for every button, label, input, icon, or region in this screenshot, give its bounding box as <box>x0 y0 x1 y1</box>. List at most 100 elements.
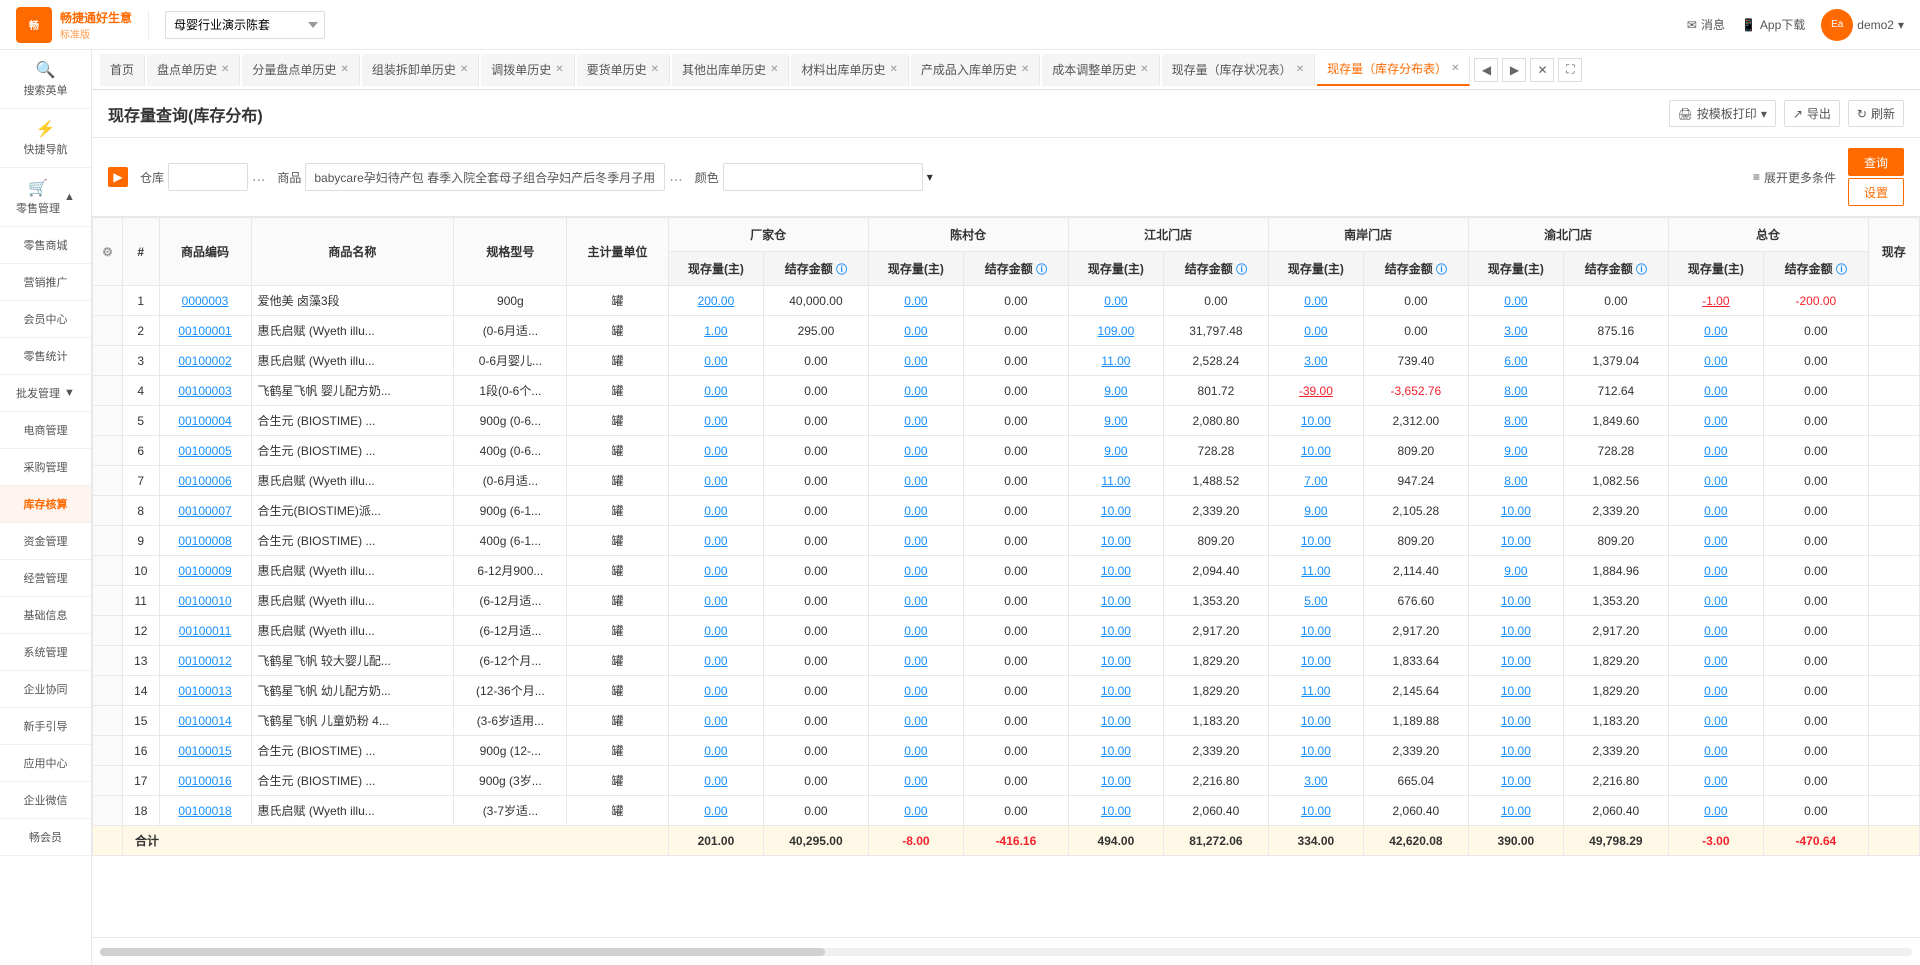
cf-qty[interactable]: 0.00 <box>668 646 764 676</box>
yb-qty[interactable]: 0.00 <box>1468 286 1564 316</box>
jb-qty[interactable]: 0.00 <box>1068 286 1164 316</box>
cf-qty[interactable]: 0.00 <box>668 766 764 796</box>
cc-qty[interactable]: 0.00 <box>868 496 964 526</box>
nb-qty[interactable]: 10.00 <box>1268 436 1364 466</box>
row-sku[interactable]: 00100003 <box>159 376 251 406</box>
yb-qty[interactable]: 10.00 <box>1468 496 1564 526</box>
total-qty[interactable]: -1.00 <box>1668 286 1764 316</box>
jb-qty[interactable]: 10.00 <box>1068 796 1164 826</box>
yb-qty[interactable]: 9.00 <box>1468 556 1564 586</box>
sidebar-item-purchase[interactable]: 采购管理 <box>0 449 91 486</box>
yb-qty[interactable]: 10.00 <box>1468 736 1564 766</box>
close-tab-5[interactable]: ✕ <box>651 64 659 75</box>
nb-qty[interactable]: 3.00 <box>1268 766 1364 796</box>
sidebar-item-retail-stats[interactable]: 零售统计 <box>0 338 91 375</box>
total-qty[interactable]: 0.00 <box>1668 496 1764 526</box>
close-tab-6[interactable]: ✕ <box>770 64 778 75</box>
total-qty[interactable]: 0.00 <box>1668 766 1764 796</box>
nb-qty[interactable]: 10.00 <box>1268 796 1364 826</box>
jb-qty[interactable]: 10.00 <box>1068 496 1164 526</box>
yb-qty[interactable]: 8.00 <box>1468 406 1564 436</box>
jb-qty[interactable]: 10.00 <box>1068 736 1164 766</box>
cc-qty[interactable]: 0.00 <box>868 346 964 376</box>
cc-qty[interactable]: 0.00 <box>868 526 964 556</box>
gear-icon-header[interactable]: ⚙ <box>102 245 113 259</box>
row-sku[interactable]: 00100013 <box>159 676 251 706</box>
yb-qty[interactable]: 10.00 <box>1468 586 1564 616</box>
yb-qty[interactable]: 10.00 <box>1468 796 1564 826</box>
jb-qty[interactable]: 10.00 <box>1068 616 1164 646</box>
cf-qty[interactable]: 0.00 <box>668 436 764 466</box>
cf-qty[interactable]: 0.00 <box>668 496 764 526</box>
print-btn[interactable]: 🖨 按模板打印 ▾ <box>1669 100 1776 127</box>
cc-qty[interactable]: 0.00 <box>868 436 964 466</box>
sidebar-item-ecommerce[interactable]: 电商管理 <box>0 412 91 449</box>
cf-qty[interactable]: 0.00 <box>668 346 764 376</box>
row-sku[interactable]: 00100009 <box>159 556 251 586</box>
jb-qty[interactable]: 10.00 <box>1068 646 1164 676</box>
cc-qty[interactable]: 0.00 <box>868 286 964 316</box>
total-qty[interactable]: 0.00 <box>1668 436 1764 466</box>
row-sku[interactable]: 00100015 <box>159 736 251 766</box>
tab-assembly[interactable]: 组装拆卸单历史 ✕ <box>362 54 479 86</box>
nb-qty[interactable]: 0.00 <box>1268 286 1364 316</box>
cc-amt-info[interactable]: ⓘ <box>1036 264 1047 276</box>
cc-qty[interactable]: 0.00 <box>868 676 964 706</box>
nb-qty[interactable]: 11.00 <box>1268 676 1364 706</box>
sidebar-item-wholesale[interactable]: 批发管理 ▼ <box>0 375 91 412</box>
sidebar-item-app-center[interactable]: 应用中心 <box>0 745 91 782</box>
row-sku[interactable]: 00100004 <box>159 406 251 436</box>
cc-qty[interactable]: 0.00 <box>868 736 964 766</box>
user-avatar-area[interactable]: Ea demo2 ▾ <box>1821 9 1904 41</box>
jb-qty[interactable]: 9.00 <box>1068 376 1164 406</box>
tab-nav-right[interactable]: ▶ <box>1502 58 1526 82</box>
sidebar-item-retail-mall[interactable]: 零售商城 <box>0 227 91 264</box>
tab-stock-dist[interactable]: 现存量（库存分布表） ✕ <box>1317 54 1470 86</box>
cf-qty[interactable]: 0.00 <box>668 676 764 706</box>
jb-qty[interactable]: 10.00 <box>1068 766 1164 796</box>
cc-qty[interactable]: 0.00 <box>868 766 964 796</box>
app-download-btn[interactable]: 📱 App下载 <box>1741 16 1805 33</box>
cc-qty[interactable]: 0.00 <box>868 586 964 616</box>
row-sku[interactable]: 00100005 <box>159 436 251 466</box>
nb-qty[interactable]: 10.00 <box>1268 406 1364 436</box>
cc-qty[interactable]: 0.00 <box>868 706 964 736</box>
sidebar-item-newbie[interactable]: 新手引导 <box>0 708 91 745</box>
cf-qty[interactable]: 1.00 <box>668 316 764 346</box>
cc-qty[interactable]: 0.00 <box>868 466 964 496</box>
cc-qty[interactable]: 0.00 <box>868 646 964 676</box>
yb-qty[interactable]: 3.00 <box>1468 316 1564 346</box>
total-qty[interactable]: 0.00 <box>1668 556 1764 586</box>
row-sku[interactable]: 00100002 <box>159 346 251 376</box>
cc-qty[interactable]: 0.00 <box>868 406 964 436</box>
org-selector[interactable]: 母婴行业演示陈套 <box>165 11 325 39</box>
cc-qty[interactable]: 0.00 <box>868 376 964 406</box>
tab-material-out[interactable]: 材料出库单历史 ✕ <box>791 54 908 86</box>
cf-qty[interactable]: 0.00 <box>668 526 764 556</box>
yb-qty[interactable]: 9.00 <box>1468 436 1564 466</box>
nb-qty[interactable]: 3.00 <box>1268 346 1364 376</box>
nb-amt-info[interactable]: ⓘ <box>1436 264 1447 276</box>
cf-qty[interactable]: 0.00 <box>668 706 764 736</box>
total-qty[interactable]: 0.00 <box>1668 466 1764 496</box>
close-tab-7[interactable]: ✕ <box>889 64 897 75</box>
nb-qty[interactable]: 10.00 <box>1268 736 1364 766</box>
sidebar-item-retail-mgmt[interactable]: 🛒 零售管理 ▲ <box>0 168 91 227</box>
jb-amt-info[interactable]: ⓘ <box>1236 264 1247 276</box>
jb-qty[interactable]: 10.00 <box>1068 676 1164 706</box>
row-sku[interactable]: 00100010 <box>159 586 251 616</box>
jb-qty[interactable]: 10.00 <box>1068 706 1164 736</box>
warehouse-input[interactable] <box>168 163 248 191</box>
sidebar-item-system[interactable]: 系统管理 <box>0 634 91 671</box>
jb-qty[interactable]: 9.00 <box>1068 436 1164 466</box>
close-tab-10[interactable]: ✕ <box>1296 64 1304 75</box>
total-qty[interactable]: 0.00 <box>1668 616 1764 646</box>
yb-qty[interactable]: 10.00 <box>1468 616 1564 646</box>
sidebar-item-finance[interactable]: 资金管理 <box>0 523 91 560</box>
expand-more-btn[interactable]: ≡ 展开更多条件 <box>1753 169 1836 186</box>
sidebar-item-quicknav[interactable]: ⚡ 快捷导航 <box>0 109 91 168</box>
cc-qty[interactable]: 0.00 <box>868 796 964 826</box>
sidebar-item-collab[interactable]: 企业协同 <box>0 671 91 708</box>
tab-requisition[interactable]: 要货单历史 ✕ <box>577 54 670 86</box>
tab-nav-close-all[interactable]: ✕ <box>1530 58 1554 82</box>
